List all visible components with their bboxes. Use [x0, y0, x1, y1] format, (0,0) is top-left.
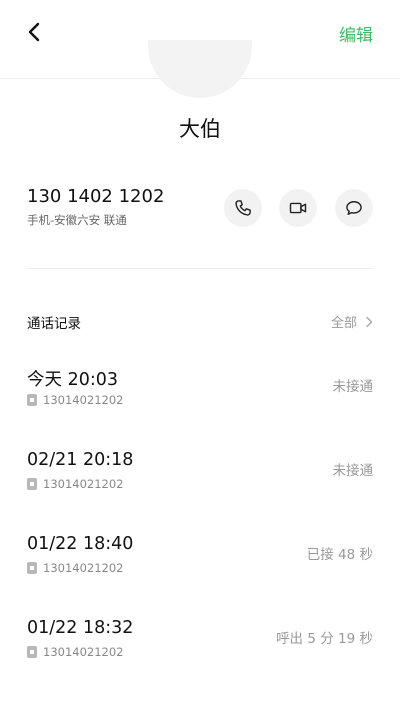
call-log-title: 通话记录: [27, 316, 81, 332]
chevron-left-icon: [28, 22, 40, 42]
call-time: 今天 20:03: [27, 370, 118, 390]
call-time: 02/21 20:18: [27, 450, 134, 470]
message-button[interactable]: [335, 189, 373, 227]
call-button[interactable]: [224, 189, 262, 227]
video-call-button[interactable]: [279, 189, 317, 227]
message-icon: [346, 201, 362, 215]
call-number-line: 13014021202: [27, 393, 123, 407]
call-time: 01/22 18:40: [27, 534, 134, 554]
call-number-line: 13014021202: [27, 477, 123, 491]
call-status: 未接通: [332, 379, 374, 395]
back-button[interactable]: [22, 18, 46, 46]
call-number: 13014021202: [43, 645, 124, 659]
avatar: [148, 40, 252, 98]
call-log-row[interactable]: 01/22 18:32 13014021202 呼出 5 分 19 秒: [0, 618, 400, 678]
call-status: 呼出 5 分 19 秒: [276, 631, 373, 647]
call-log-row[interactable]: 02/21 20:18 13014021202 未接通: [0, 450, 400, 510]
phone-number[interactable]: 130 1402 1202: [27, 186, 164, 207]
call-number: 13014021202: [43, 561, 124, 575]
call-log-row[interactable]: 今天 20:03 13014021202 未接通: [0, 366, 400, 426]
sim-card-icon: [27, 562, 37, 574]
sim-card-icon: [27, 646, 37, 658]
call-status: 未接通: [332, 463, 374, 479]
call-number-line: 13014021202: [27, 561, 123, 575]
sim-card-icon: [27, 394, 37, 406]
call-number: 13014021202: [43, 393, 124, 407]
call-log-all-link[interactable]: 全部: [331, 312, 373, 331]
call-status: 已接 48 秒: [306, 547, 373, 563]
video-icon: [289, 202, 307, 214]
call-number: 13014021202: [43, 477, 124, 491]
call-log-all-label: 全部: [330, 316, 357, 331]
call-time: 01/22 18:32: [27, 618, 134, 638]
contact-name: 大伯: [179, 117, 221, 141]
edit-button[interactable]: 编辑: [339, 21, 373, 46]
call-number-line: 13014021202: [27, 645, 123, 659]
divider: [27, 268, 373, 269]
phone-icon: [235, 200, 251, 216]
call-log-row[interactable]: 01/22 18:40 13014021202 已接 48 秒: [0, 534, 400, 594]
phone-info: 手机-安徽六安 联通: [27, 213, 127, 227]
sim-card-icon: [27, 478, 37, 490]
chevron-right-icon: [366, 316, 373, 327]
